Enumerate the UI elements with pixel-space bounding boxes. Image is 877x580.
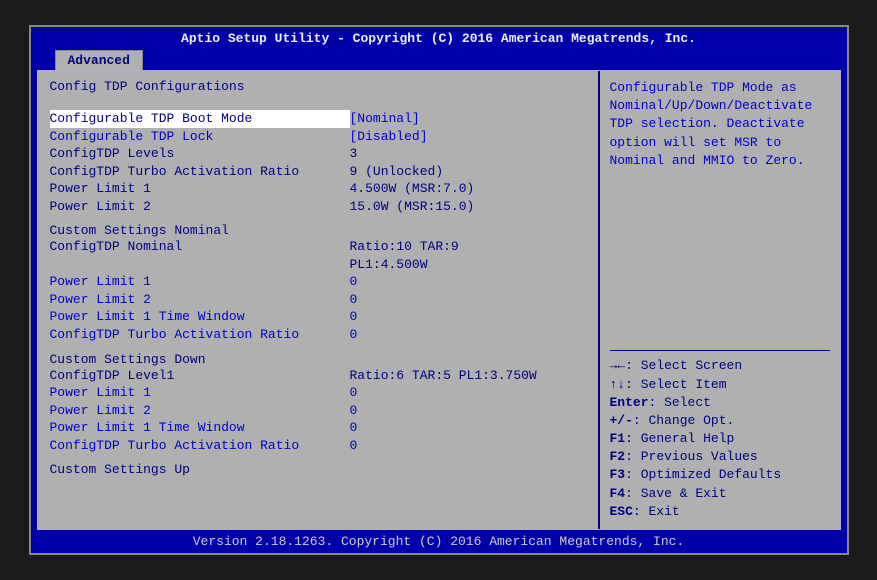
key-text: : Select Screen bbox=[625, 358, 742, 373]
config-row: ConfigTDP Levels3 bbox=[50, 145, 586, 163]
nominal-row: PL1:4.500W bbox=[50, 256, 586, 274]
footer-version: Version 2.18.1263. Copyright (C) 2016 Am… bbox=[31, 530, 847, 553]
key-text: : Select bbox=[649, 395, 711, 410]
key-text: : General Help bbox=[625, 431, 734, 446]
nominal-value: 0 bbox=[350, 308, 586, 326]
nominal-value: PL1:4.500W bbox=[350, 256, 586, 274]
nominal-label: Power Limit 2 bbox=[50, 291, 350, 309]
down-label: Power Limit 2 bbox=[50, 402, 350, 420]
key-hint: F4: Save & Exit bbox=[610, 485, 830, 503]
nominal-label bbox=[50, 256, 350, 274]
down-value: 0 bbox=[350, 402, 586, 420]
key-text: : Previous Values bbox=[625, 449, 758, 464]
left-panel: Config TDP Configurations Configurable T… bbox=[38, 71, 600, 529]
down-row: ConfigTDP Level1Ratio:6 TAR:5 PL1:3.750W bbox=[50, 367, 586, 385]
down-row[interactable]: ConfigTDP Turbo Activation Ratio0 bbox=[50, 437, 586, 455]
down-value: 0 bbox=[350, 419, 586, 437]
key-symbol: F4 bbox=[610, 486, 626, 501]
config-row: Power Limit 215.0W (MSR:15.0) bbox=[50, 198, 586, 216]
nominal-label: ConfigTDP Turbo Activation Ratio bbox=[50, 326, 350, 344]
down-label: ConfigTDP Turbo Activation Ratio bbox=[50, 437, 350, 455]
right-panel: Configurable TDP Mode as Nominal/Up/Down… bbox=[600, 71, 840, 529]
nominal-value: 0 bbox=[350, 326, 586, 344]
config-value: [Disabled] bbox=[350, 128, 586, 146]
key-hint: +/-: Change Opt. bbox=[610, 412, 830, 430]
key-text: : Save & Exit bbox=[625, 486, 726, 501]
down-value: 0 bbox=[350, 384, 586, 402]
nominal-value: Ratio:10 TAR:9 bbox=[350, 238, 586, 256]
down-value: 0 bbox=[350, 437, 586, 455]
key-symbol: F1 bbox=[610, 431, 626, 446]
down-label: Power Limit 1 Time Window bbox=[50, 419, 350, 437]
down-label: Power Limit 1 bbox=[50, 384, 350, 402]
nominal-value: 0 bbox=[350, 273, 586, 291]
key-symbol: →← bbox=[610, 358, 626, 373]
key-hint: F2: Previous Values bbox=[610, 448, 830, 466]
config-row[interactable]: Configurable TDP Lock[Disabled] bbox=[50, 128, 586, 146]
key-hints: →←: Select Screen↑↓: Select ItemEnter: S… bbox=[610, 357, 830, 521]
key-symbol: +/- bbox=[610, 413, 633, 428]
key-hint: →←: Select Screen bbox=[610, 357, 830, 375]
config-row: ConfigTDP Turbo Activation Ratio9 (Unloc… bbox=[50, 163, 586, 181]
config-row[interactable]: Configurable TDP Boot Mode[Nominal] bbox=[50, 110, 586, 128]
config-label: Power Limit 2 bbox=[50, 198, 350, 216]
key-text: : Select Item bbox=[625, 377, 726, 392]
key-text: : Change Opt. bbox=[633, 413, 734, 428]
header-title: Aptio Setup Utility - Copyright (C) 2016… bbox=[31, 27, 847, 50]
config-label: ConfigTDP Levels bbox=[50, 145, 350, 163]
config-value: 3 bbox=[350, 145, 586, 163]
down-row[interactable]: Power Limit 1 Time Window0 bbox=[50, 419, 586, 437]
key-hint: Enter: Select bbox=[610, 394, 830, 412]
help-text: Configurable TDP Mode as Nominal/Up/Down… bbox=[610, 79, 830, 170]
key-symbol: F2 bbox=[610, 449, 626, 464]
nominal-title: Custom Settings Nominal bbox=[50, 223, 586, 238]
config-value: 9 (Unlocked) bbox=[350, 163, 586, 181]
down-row[interactable]: Power Limit 10 bbox=[50, 384, 586, 402]
nominal-row: ConfigTDP NominalRatio:10 TAR:9 bbox=[50, 238, 586, 256]
config-label: Configurable TDP Boot Mode bbox=[50, 110, 350, 128]
config-value: 15.0W (MSR:15.0) bbox=[350, 198, 586, 216]
nominal-row[interactable]: Power Limit 20 bbox=[50, 291, 586, 309]
key-hint: ESC: Exit bbox=[610, 503, 830, 521]
config-value: 4.500W (MSR:7.0) bbox=[350, 180, 586, 198]
nominal-label: Power Limit 1 Time Window bbox=[50, 308, 350, 326]
key-hint: ↑↓: Select Item bbox=[610, 376, 830, 394]
config-value: [Nominal] bbox=[350, 110, 586, 128]
key-symbol: ESC bbox=[610, 504, 633, 519]
nominal-value: 0 bbox=[350, 291, 586, 309]
key-text: : Exit bbox=[633, 504, 680, 519]
tab-row: Advanced bbox=[31, 50, 847, 70]
bios-window: Aptio Setup Utility - Copyright (C) 2016… bbox=[29, 25, 849, 555]
config-label: Configurable TDP Lock bbox=[50, 128, 350, 146]
key-symbol: F3 bbox=[610, 467, 626, 482]
key-hint: F1: General Help bbox=[610, 430, 830, 448]
nominal-row[interactable]: Power Limit 10 bbox=[50, 273, 586, 291]
content-area: Config TDP Configurations Configurable T… bbox=[37, 70, 841, 530]
down-title: Custom Settings Down bbox=[50, 352, 586, 367]
nominal-label: Power Limit 1 bbox=[50, 273, 350, 291]
config-label: ConfigTDP Turbo Activation Ratio bbox=[50, 163, 350, 181]
down-label: ConfigTDP Level1 bbox=[50, 367, 350, 385]
up-title: Custom Settings Up bbox=[50, 462, 586, 477]
tab-advanced[interactable]: Advanced bbox=[55, 50, 143, 70]
section-title: Config TDP Configurations bbox=[50, 79, 586, 94]
down-value: Ratio:6 TAR:5 PL1:3.750W bbox=[350, 367, 586, 385]
key-symbol: ↑↓ bbox=[610, 377, 626, 392]
key-symbol: Enter bbox=[610, 395, 649, 410]
config-row: Power Limit 14.500W (MSR:7.0) bbox=[50, 180, 586, 198]
nominal-row[interactable]: ConfigTDP Turbo Activation Ratio0 bbox=[50, 326, 586, 344]
key-text: : Optimized Defaults bbox=[625, 467, 781, 482]
nominal-label: ConfigTDP Nominal bbox=[50, 238, 350, 256]
nominal-row[interactable]: Power Limit 1 Time Window0 bbox=[50, 308, 586, 326]
config-label: Power Limit 1 bbox=[50, 180, 350, 198]
key-hint: F3: Optimized Defaults bbox=[610, 466, 830, 484]
down-row[interactable]: Power Limit 20 bbox=[50, 402, 586, 420]
